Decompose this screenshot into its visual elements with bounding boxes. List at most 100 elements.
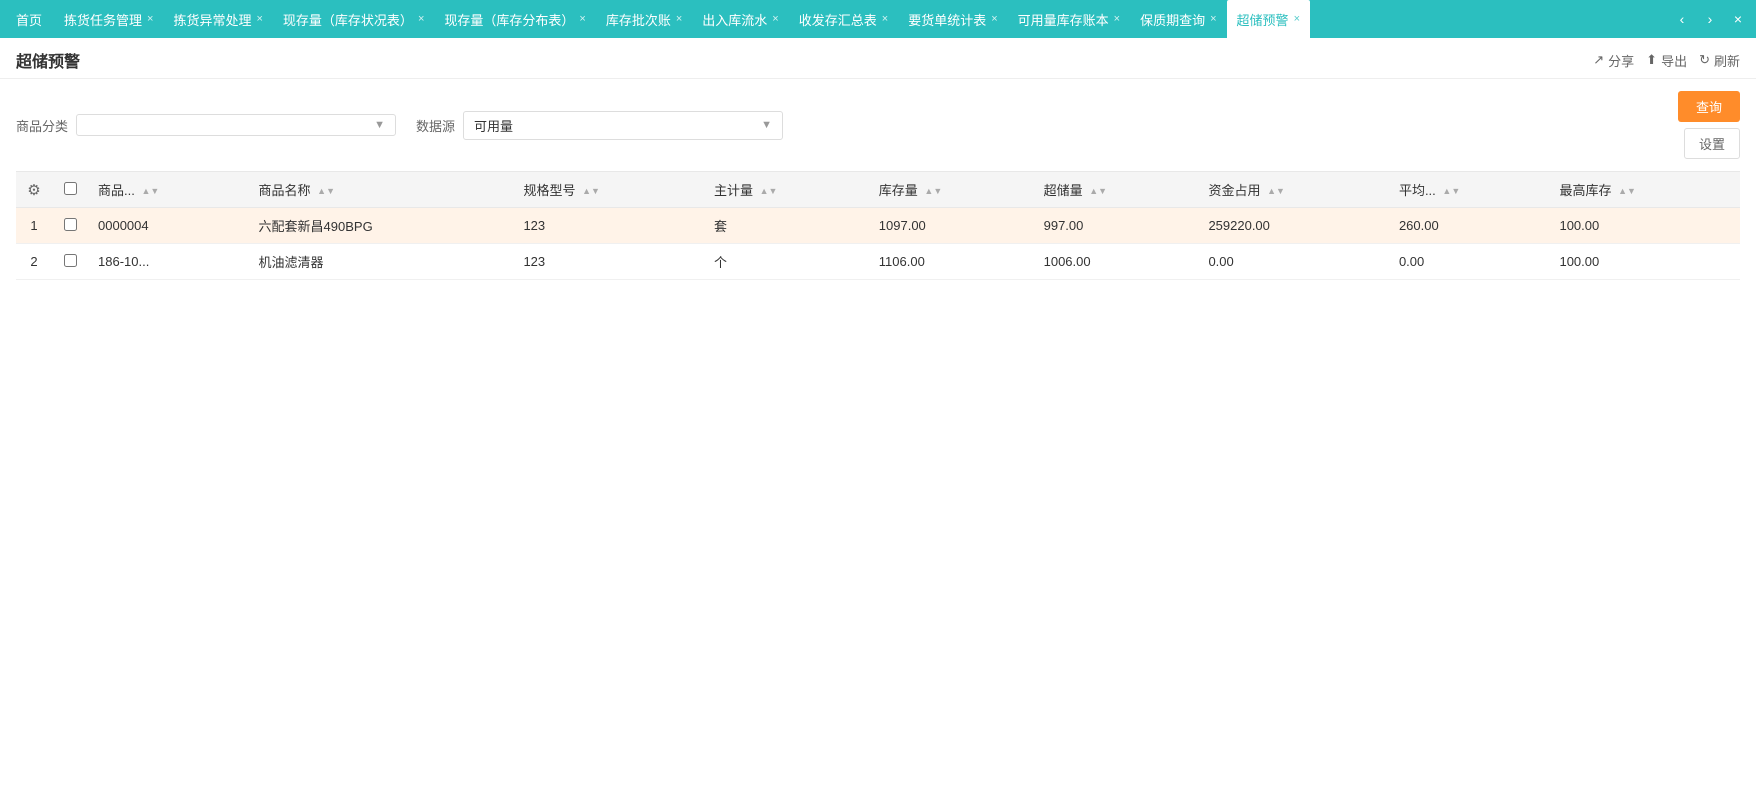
nav-tab-2[interactable]: 现存量（库存状况表） × [273, 0, 434, 38]
table-container: ⚙ 商品... ▲▼ 商品名称 ▲▼ 规格型号 ▲▼ 主计 [0, 171, 1756, 280]
row-product-code-1: 186-10... [88, 244, 249, 280]
th-avg[interactable]: 平均... ▲▼ [1389, 172, 1550, 208]
row-overstock-1: 1006.00 [1034, 244, 1199, 280]
sort-icon-max-stock: ▲▼ [1618, 187, 1636, 196]
sort-icon-avg: ▲▼ [1442, 187, 1460, 196]
table-row: 2 186-10... 机油滤清器 123 个 1106.00 1006.00 … [16, 244, 1740, 280]
row-product-name-0: 六配套新昌490BPG [249, 208, 514, 244]
close-tab-3[interactable]: × [579, 13, 585, 25]
nav-tab-8[interactable]: 可用量库存账本 × [1008, 0, 1130, 38]
row-unit-1: 个 [704, 244, 869, 280]
nav-tab-10[interactable]: 超储预警 × [1227, 0, 1310, 38]
close-tab-9[interactable]: × [1210, 13, 1216, 25]
th-spec[interactable]: 规格型号 ▲▼ [513, 172, 704, 208]
chevron-down-icon: ▼ [374, 119, 385, 131]
th-stock[interactable]: 库存量 ▲▼ [869, 172, 1034, 208]
row-max-stock-1: 100.00 [1549, 244, 1740, 280]
refresh-button[interactable]: ↻ 刷新 [1699, 51, 1740, 70]
nav-prev-button[interactable]: ‹ [1668, 0, 1696, 38]
th-product-code[interactable]: 商品... ▲▼ [88, 172, 249, 208]
filter-action-buttons: 查询 设置 [1678, 91, 1740, 159]
th-capital[interactable]: 资金占用 ▲▼ [1198, 172, 1389, 208]
share-button[interactable]: ↗ 分享 [1593, 51, 1634, 70]
table-row: 1 0000004 六配套新昌490BPG 123 套 1097.00 997.… [16, 208, 1740, 244]
close-tab-10[interactable]: × [1294, 13, 1300, 25]
nav-tab-6[interactable]: 收发存汇总表 × [789, 0, 898, 38]
page-title: 超储预警 [16, 48, 80, 72]
export-button[interactable]: ⬆ 导出 [1646, 51, 1687, 70]
close-tab-6[interactable]: × [882, 13, 888, 25]
nav-home[interactable]: 首页 [4, 10, 54, 29]
gear-icon[interactable]: ⚙ [27, 182, 40, 199]
datasource-value: 可用量 [474, 116, 761, 135]
th-checkbox[interactable] [52, 172, 88, 208]
close-tab-5[interactable]: × [772, 13, 778, 25]
top-navigation: 首页 拣货任务管理 × 拣货异常处理 × 现存量（库存状况表） × 现存量（库存… [0, 0, 1756, 38]
nav-tab-0[interactable]: 拣货任务管理 × [54, 0, 163, 38]
row-avg-0: 260.00 [1389, 208, 1550, 244]
row-checkbox-1[interactable] [52, 244, 88, 280]
table-header-row: ⚙ 商品... ▲▼ 商品名称 ▲▼ 规格型号 ▲▼ 主计 [16, 172, 1740, 208]
row-num-0: 1 [16, 208, 52, 244]
table-body: 1 0000004 六配套新昌490BPG 123 套 1097.00 997.… [16, 208, 1740, 280]
th-unit[interactable]: 主计量 ▲▼ [704, 172, 869, 208]
datasource-label: 数据源 [416, 116, 455, 135]
settings-button[interactable]: 设置 [1684, 128, 1740, 159]
nav-tab-5[interactable]: 出入库流水 × [692, 0, 788, 38]
nav-arrows: ‹ › × [1668, 0, 1752, 38]
nav-next-button[interactable]: › [1696, 0, 1724, 38]
row-overstock-0: 997.00 [1034, 208, 1199, 244]
query-button[interactable]: 查询 [1678, 91, 1740, 122]
sort-icon-name: ▲▼ [317, 187, 335, 196]
close-tab-4[interactable]: × [676, 13, 682, 25]
row-max-stock-0: 100.00 [1549, 208, 1740, 244]
row-product-name-1: 机油滤清器 [249, 244, 514, 280]
datasource-select[interactable]: 可用量 ▼ [463, 111, 783, 140]
row-capital-0: 259220.00 [1198, 208, 1389, 244]
row-stock-0: 1097.00 [869, 208, 1034, 244]
select-all-checkbox[interactable] [64, 182, 77, 195]
close-tab-2[interactable]: × [418, 13, 424, 25]
header-actions: ↗ 分享 ⬆ 导出 ↻ 刷新 [1593, 51, 1740, 70]
export-icon: ⬆ [1646, 52, 1657, 68]
sort-icon-capital: ▲▼ [1267, 187, 1285, 196]
sort-icon-spec: ▲▼ [582, 187, 600, 196]
nav-more-button[interactable]: × [1724, 0, 1752, 38]
nav-tab-9[interactable]: 保质期查询 × [1130, 0, 1226, 38]
refresh-icon: ↻ [1699, 52, 1710, 68]
close-tab-7[interactable]: × [991, 13, 997, 25]
datasource-filter: 数据源 可用量 ▼ [416, 111, 783, 140]
row-capital-1: 0.00 [1198, 244, 1389, 280]
page-header: 超储预警 ↗ 分享 ⬆ 导出 ↻ 刷新 [0, 38, 1756, 79]
chevron-down-icon-2: ▼ [761, 119, 772, 131]
th-product-name[interactable]: 商品名称 ▲▼ [249, 172, 514, 208]
close-tab-8[interactable]: × [1114, 13, 1120, 25]
close-tab-0[interactable]: × [147, 13, 153, 25]
row-num-1: 2 [16, 244, 52, 280]
nav-tab-1[interactable]: 拣货异常处理 × [163, 0, 272, 38]
sort-icon-code: ▲▼ [141, 187, 159, 196]
data-table: ⚙ 商品... ▲▼ 商品名称 ▲▼ 规格型号 ▲▼ 主计 [16, 171, 1740, 280]
share-icon: ↗ [1593, 52, 1604, 68]
nav-tab-4[interactable]: 库存批次账 × [596, 0, 692, 38]
row-spec-1: 123 [513, 244, 704, 280]
row-spec-0: 123 [513, 208, 704, 244]
row-checkbox-0[interactable] [52, 208, 88, 244]
category-filter: 商品分类 ▼ [16, 114, 396, 136]
close-tab-1[interactable]: × [256, 13, 262, 25]
row-stock-1: 1106.00 [869, 244, 1034, 280]
th-overstock[interactable]: 超储量 ▲▼ [1034, 172, 1199, 208]
row-product-code-0: 0000004 [88, 208, 249, 244]
th-gear[interactable]: ⚙ [16, 172, 52, 208]
sort-icon-unit: ▲▼ [760, 187, 778, 196]
th-max-stock[interactable]: 最高库存 ▲▼ [1549, 172, 1740, 208]
filter-bar: 商品分类 ▼ 数据源 可用量 ▼ 查询 设置 [0, 79, 1756, 171]
nav-tab-7[interactable]: 要货单统计表 × [898, 0, 1007, 38]
sort-icon-stock: ▲▼ [924, 187, 942, 196]
category-label: 商品分类 [16, 116, 68, 135]
row-avg-1: 0.00 [1389, 244, 1550, 280]
row-unit-0: 套 [704, 208, 869, 244]
category-select[interactable]: ▼ [76, 114, 396, 136]
sort-icon-overstock: ▲▼ [1089, 187, 1107, 196]
nav-tab-3[interactable]: 现存量（库存分布表） × [434, 0, 595, 38]
